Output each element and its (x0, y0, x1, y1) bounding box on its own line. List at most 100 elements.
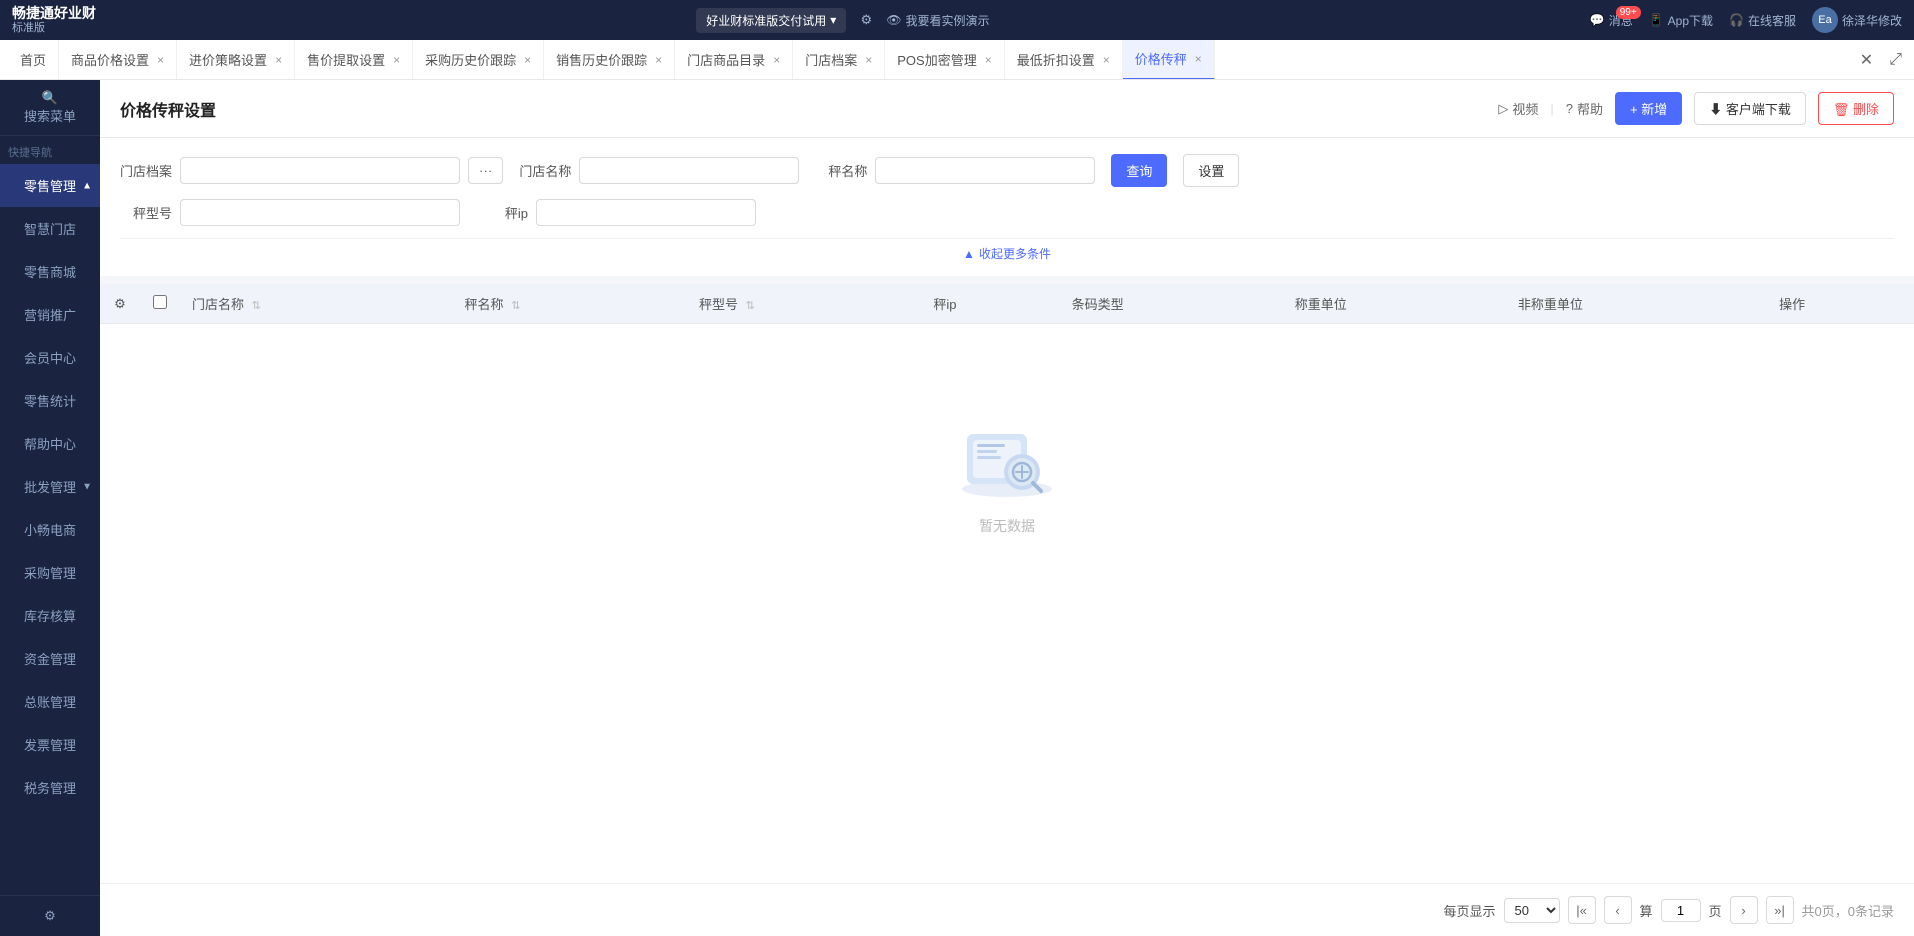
th-scale-ip: 秤ip (921, 284, 1059, 324)
last-page-button[interactable]: »| (1766, 896, 1794, 924)
message-icon: 💬 (1590, 13, 1605, 27)
per-page-select[interactable]: 50 10 20 100 (1504, 898, 1560, 923)
tab-sale-history-close[interactable]: × (655, 53, 662, 67)
tab-home[interactable]: 首页 (8, 40, 59, 80)
sort-store-name-icon[interactable]: ⇅ (252, 300, 261, 312)
tab-purchase-strategy-close[interactable]: × (275, 53, 282, 67)
next-page-button[interactable]: › (1730, 896, 1758, 924)
sidebar-item-retail-stats[interactable]: 零售统计 (0, 379, 100, 422)
tab-product-price[interactable]: 商品价格设置 × (59, 40, 177, 80)
store-file-input[interactable] (180, 157, 460, 184)
sidebar-item-inventory[interactable]: 库存核算 (0, 594, 100, 637)
add-label: + 新增 (1630, 99, 1667, 118)
sidebar-item-accounting[interactable]: 总账管理 (0, 680, 100, 723)
select-all-checkbox[interactable] (153, 295, 167, 309)
top-bar-center: 好业财标准版交付试用 ▾ ⚙ 👁 我要看实例演示 (696, 6, 989, 34)
store-file-dots-button[interactable]: ··· (468, 157, 503, 184)
scale-model-label: 秤型号 (120, 203, 172, 222)
tab-store-file[interactable]: 门店档案 × (793, 40, 885, 80)
demo-button[interactable]: 👁 我要看实例演示 (886, 12, 989, 29)
demo-label: 我要看实例演示 (906, 12, 990, 29)
tab-store-catalog[interactable]: 门店商品目录 × (675, 40, 793, 80)
set-button[interactable]: 设置 (1183, 154, 1239, 187)
online-service-button[interactable]: 🎧 在线客服 (1729, 12, 1796, 29)
tab-price-scale-close[interactable]: × (1195, 52, 1202, 66)
message-button[interactable]: 💬 消息 99+ (1590, 12, 1633, 29)
gear-icon: ⚙ (44, 908, 56, 923)
th-settings[interactable]: ⚙ (100, 284, 140, 324)
th-store-name: 门店名称 ⇅ (180, 284, 453, 324)
tab-sale-price-close[interactable]: × (393, 53, 400, 67)
sidebar-item-smart-store[interactable]: 智慧门店 (0, 207, 100, 250)
sidebar-item-fund-manage[interactable]: 资金管理 (0, 637, 100, 680)
scale-model-input[interactable] (180, 199, 460, 226)
per-page-label: 每页显示 (1443, 901, 1495, 920)
tab-product-price-close[interactable]: × (157, 53, 164, 67)
tab-store-file-close[interactable]: × (865, 53, 872, 67)
th-checkbox[interactable] (140, 284, 180, 324)
user-name: 徐泽华修改 (1842, 12, 1902, 29)
eye-icon: 👁 (886, 13, 901, 27)
add-button[interactable]: + 新增 (1615, 92, 1682, 125)
th-weight-unit: 称重单位 (1283, 284, 1506, 324)
prev-page-button[interactable]: ‹ (1604, 896, 1632, 924)
user-info[interactable]: Ea 徐泽华修改 (1812, 7, 1902, 33)
filter-scale-ip: 秤ip (476, 199, 756, 226)
delete-button[interactable]: 🗑 删除 (1818, 92, 1894, 125)
video-button[interactable]: ▷ 视频 (1498, 99, 1538, 118)
tab-expand-button[interactable]: ⤢ (1885, 47, 1906, 73)
tab-sale-history[interactable]: 销售历史价跟踪 × (544, 40, 675, 80)
tab-home-label: 首页 (20, 50, 46, 69)
download-button[interactable]: ⬇ 客户端下载 (1694, 92, 1806, 125)
first-page-button[interactable]: |« (1568, 896, 1596, 924)
tab-price-scale[interactable]: 价格传秤 × (1123, 40, 1215, 80)
tab-pos-manage-label: POS加密管理 (897, 50, 976, 69)
scale-name-input[interactable] (875, 157, 1095, 184)
table-section: ⚙ 门店名称 ⇅ 秤名称 ⇅ (100, 284, 1914, 883)
tab-purchase-strategy[interactable]: 进价策略设置 × (177, 40, 295, 80)
sidebar-item-retail-mall[interactable]: 零售商城 (0, 250, 100, 293)
tab-store-catalog-close[interactable]: × (773, 53, 780, 67)
sidebar-item-marketing[interactable]: 营销推广 (0, 293, 100, 336)
question-icon: ? (1566, 101, 1573, 116)
sidebar-purchase-manage-label: 采购管理 (24, 566, 76, 581)
settings-button[interactable]: ⚙ (852, 6, 880, 34)
collapse-button[interactable]: ▲ 收起更多条件 (120, 238, 1894, 268)
sidebar-item-invoice-manage[interactable]: 发票管理 (0, 723, 100, 766)
sidebar-item-member-center[interactable]: 会员中心 (0, 336, 100, 379)
query-button[interactable]: 查询 (1111, 154, 1167, 187)
tab-min-discount[interactable]: 最低折扣设置 × (1005, 40, 1123, 80)
collapse-label: 收起更多条件 (979, 245, 1051, 262)
store-name-input[interactable] (579, 157, 799, 184)
tab-min-discount-close[interactable]: × (1103, 53, 1110, 67)
th-non-weight-unit: 非称重单位 (1506, 284, 1767, 324)
video-label: 视频 (1512, 99, 1538, 118)
tab-purchase-history[interactable]: 采购历史价跟踪 × (413, 40, 544, 80)
chevron-down-icon: ▾ (830, 13, 836, 27)
sidebar-item-help-center[interactable]: 帮助中心 (0, 422, 100, 465)
sidebar-search[interactable]: 🔍 搜索菜单 (0, 80, 100, 136)
page-number-input[interactable] (1661, 899, 1701, 922)
scale-ip-input[interactable] (536, 199, 756, 226)
version-select[interactable]: 好业财标准版交付试用 ▾ (696, 8, 846, 33)
tab-pos-manage[interactable]: POS加密管理 × (885, 40, 1004, 80)
tab-store-file-label: 门店档案 (805, 50, 857, 69)
sort-scale-model-icon[interactable]: ⇅ (746, 300, 755, 312)
tab-purchase-history-close[interactable]: × (524, 53, 531, 67)
tab-pos-manage-close[interactable]: × (985, 53, 992, 67)
sidebar-item-retail-manage[interactable]: 零售管理 ▲ (0, 164, 100, 207)
sidebar-item-xiaochang-ecommerce[interactable]: 小畅电商 (0, 508, 100, 551)
sidebar-item-tax-manage[interactable]: 税务管理 (0, 766, 100, 809)
tab-close-all-button[interactable]: ✕ (1856, 46, 1877, 74)
page-header-right: ▷ 视频 | ? 帮助 + 新增 ⬇ 客户端下载 🗑 删除 (1498, 92, 1894, 125)
headset-icon: 🎧 (1729, 13, 1744, 27)
tab-sale-price[interactable]: 售价提取设置 × (295, 40, 413, 80)
sidebar-item-batch-manage[interactable]: 批发管理 ▼ (0, 465, 100, 508)
sidebar-item-purchase-manage[interactable]: 采购管理 (0, 551, 100, 594)
arrow-down-icon: ▼ (82, 481, 92, 492)
app-download-button[interactable]: 📱 App下载 (1649, 12, 1713, 29)
help-button[interactable]: ? 帮助 (1566, 99, 1603, 118)
sidebar-settings-button[interactable]: ⚙ (0, 895, 100, 936)
main-layout: 🔍 搜索菜单 快捷导航 零售管理 ▲ 智慧门店 零售商城 营销推广 会员中心 零… (0, 80, 1914, 936)
sort-scale-name-icon[interactable]: ⇅ (511, 300, 520, 312)
